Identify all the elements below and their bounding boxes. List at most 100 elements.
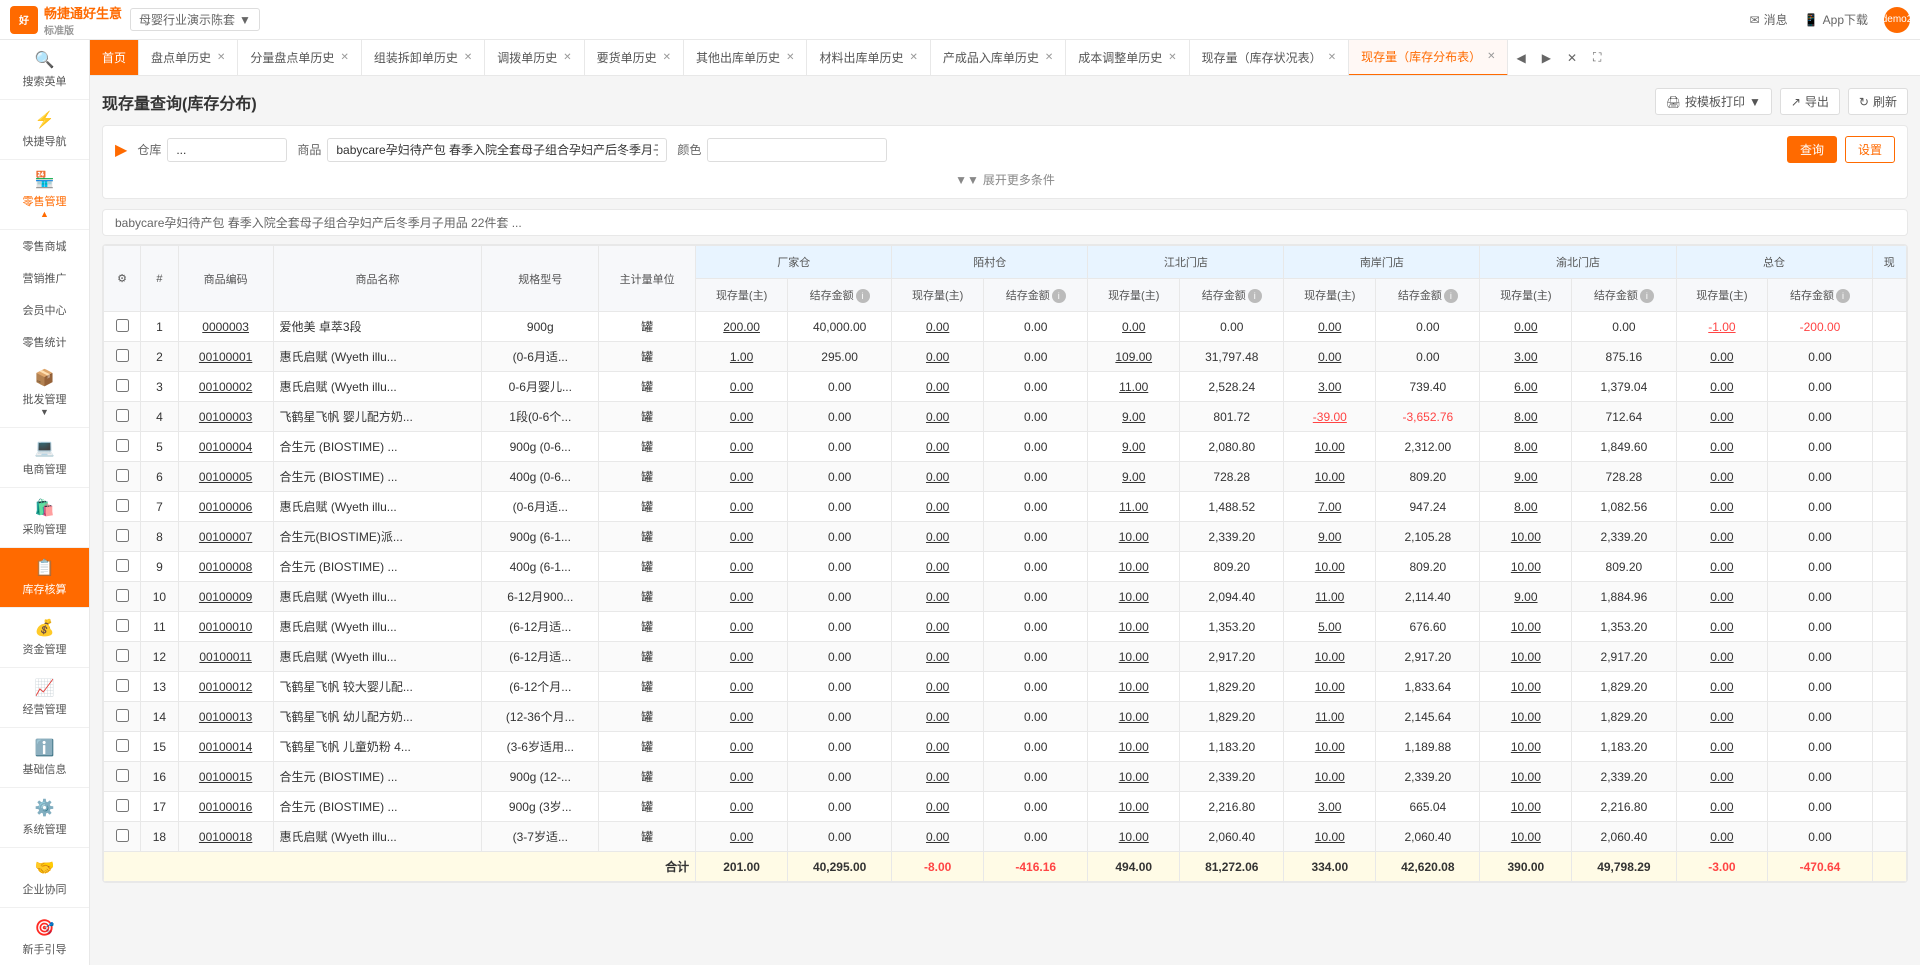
row-cjc-qty[interactable]: 0.00 xyxy=(696,462,788,492)
tab-close-icon[interactable]: ✕ xyxy=(1487,51,1495,62)
app-download-btn[interactable]: 📱 App下载 xyxy=(1804,11,1868,28)
row-code[interactable]: 00100002 xyxy=(178,372,273,402)
info-icon[interactable]: i xyxy=(1836,289,1850,303)
info-icon[interactable]: i xyxy=(856,289,870,303)
messages-btn[interactable]: ✉ 消息 xyxy=(1750,11,1788,28)
sidebar-item-retail-mgmt[interactable]: 🏪 零售管理 ▲ xyxy=(0,160,89,230)
row-yb-qty[interactable]: 10.00 xyxy=(1480,732,1572,762)
row-na-qty[interactable]: 10.00 xyxy=(1284,462,1376,492)
row-mcc-qty[interactable]: 0.00 xyxy=(892,642,984,672)
row-cjc-qty[interactable]: 0.00 xyxy=(696,402,788,432)
row-code[interactable]: 00100006 xyxy=(178,492,273,522)
row-cjc-qty[interactable]: 0.00 xyxy=(696,582,788,612)
row-checkbox[interactable] xyxy=(104,762,141,792)
row-mcc-qty[interactable]: 0.00 xyxy=(892,702,984,732)
row-zc-qty[interactable]: 0.00 xyxy=(1676,492,1768,522)
row-zc-qty[interactable]: 0.00 xyxy=(1676,732,1768,762)
row-code[interactable]: 00100014 xyxy=(178,732,273,762)
sidebar-item-search[interactable]: 🔍 搜索英单 xyxy=(0,40,89,100)
row-zc-qty[interactable]: 0.00 xyxy=(1676,792,1768,822)
row-yb-qty[interactable]: 10.00 xyxy=(1480,642,1572,672)
row-jb-qty[interactable]: 10.00 xyxy=(1088,822,1180,852)
row-jb-qty[interactable]: 10.00 xyxy=(1088,672,1180,702)
sidebar-item-finance[interactable]: 💰 资金管理 xyxy=(0,608,89,668)
row-na-qty[interactable]: 11.00 xyxy=(1284,582,1376,612)
sidebar-item-retail-mall[interactable]: 零售商城 xyxy=(0,230,89,262)
tab-close-icon[interactable]: ✕ xyxy=(1045,52,1053,63)
row-cjc-qty[interactable]: 200.00 xyxy=(696,312,788,342)
info-icon[interactable]: i xyxy=(1444,289,1458,303)
row-checkbox[interactable] xyxy=(104,642,141,672)
sidebar-item-guide[interactable]: 🎯 新手引导 xyxy=(0,908,89,965)
tab-cost-adjust[interactable]: 成本调整单历史 ✕ xyxy=(1066,40,1189,76)
row-cjc-qty[interactable]: 1.00 xyxy=(696,342,788,372)
row-checkbox[interactable] xyxy=(104,672,141,702)
row-na-qty[interactable]: 5.00 xyxy=(1284,612,1376,642)
row-yb-qty[interactable]: 9.00 xyxy=(1480,582,1572,612)
tab-close-icon[interactable]: ✕ xyxy=(1328,52,1336,63)
row-mcc-qty[interactable]: 0.00 xyxy=(892,342,984,372)
tab-assembly[interactable]: 组装拆卸单历史 ✕ xyxy=(362,40,485,76)
row-code[interactable]: 00100012 xyxy=(178,672,273,702)
row-jb-qty[interactable]: 10.00 xyxy=(1088,732,1180,762)
col-settings[interactable]: ⚙ xyxy=(104,246,141,312)
row-na-qty[interactable]: 10.00 xyxy=(1284,552,1376,582)
row-code[interactable]: 00100001 xyxy=(178,342,273,372)
row-na-qty[interactable]: 10.00 xyxy=(1284,732,1376,762)
row-checkbox[interactable] xyxy=(104,612,141,642)
row-yb-qty[interactable]: 8.00 xyxy=(1480,492,1572,522)
row-jb-qty[interactable]: 9.00 xyxy=(1088,402,1180,432)
row-jb-qty[interactable]: 0.00 xyxy=(1088,312,1180,342)
info-icon[interactable]: i xyxy=(1248,289,1262,303)
row-mcc-qty[interactable]: 0.00 xyxy=(892,462,984,492)
tab-inventory-count[interactable]: 盘点单历史 ✕ xyxy=(139,40,238,76)
sidebar-item-members[interactable]: 会员中心 xyxy=(0,294,89,326)
tab-close-icon[interactable]: ✕ xyxy=(786,52,794,63)
row-checkbox[interactable] xyxy=(104,702,141,732)
row-checkbox[interactable] xyxy=(104,822,141,852)
row-code[interactable]: 00100009 xyxy=(178,582,273,612)
tab-nav-next[interactable]: ▶ xyxy=(1534,40,1559,76)
expand-conditions[interactable]: ▼▼ 展开更多条件 xyxy=(115,171,1895,188)
row-mcc-qty[interactable]: 0.00 xyxy=(892,522,984,552)
row-yb-qty[interactable]: 6.00 xyxy=(1480,372,1572,402)
row-na-qty[interactable]: 10.00 xyxy=(1284,642,1376,672)
tab-close-all[interactable]: ✕ xyxy=(1559,40,1585,76)
row-code[interactable]: 00100004 xyxy=(178,432,273,462)
row-code[interactable]: 00100018 xyxy=(178,822,273,852)
sidebar-item-operations[interactable]: 📈 经营管理 xyxy=(0,668,89,728)
tab-close-icon[interactable]: ✕ xyxy=(464,52,472,63)
row-jb-qty[interactable]: 9.00 xyxy=(1088,432,1180,462)
user-menu[interactable]: demo2 xyxy=(1884,7,1910,33)
row-code[interactable]: 00100003 xyxy=(178,402,273,432)
row-yb-qty[interactable]: 8.00 xyxy=(1480,432,1572,462)
row-zc-qty[interactable]: -1.00 xyxy=(1676,312,1768,342)
row-jb-qty[interactable]: 9.00 xyxy=(1088,462,1180,492)
row-checkbox[interactable] xyxy=(104,492,141,522)
row-jb-qty[interactable]: 10.00 xyxy=(1088,582,1180,612)
row-checkbox[interactable] xyxy=(104,582,141,612)
row-cjc-qty[interactable]: 0.00 xyxy=(696,372,788,402)
row-zc-qty[interactable]: 0.00 xyxy=(1676,642,1768,672)
row-jb-qty[interactable]: 11.00 xyxy=(1088,372,1180,402)
row-yb-qty[interactable]: 3.00 xyxy=(1480,342,1572,372)
tab-material-outstock[interactable]: 材料出库单历史 ✕ xyxy=(807,40,930,76)
tab-requisition[interactable]: 要货单历史 ✕ xyxy=(585,40,684,76)
row-code[interactable]: 0000003 xyxy=(178,312,273,342)
row-code[interactable]: 00100013 xyxy=(178,702,273,732)
row-cjc-qty[interactable]: 0.00 xyxy=(696,702,788,732)
row-mcc-qty[interactable]: 0.00 xyxy=(892,552,984,582)
info-icon[interactable]: i xyxy=(1052,289,1066,303)
row-zc-qty[interactable]: 0.00 xyxy=(1676,822,1768,852)
row-zc-qty[interactable]: 0.00 xyxy=(1676,612,1768,642)
row-zc-qty[interactable]: 0.00 xyxy=(1676,462,1768,492)
row-zc-qty[interactable]: 0.00 xyxy=(1676,762,1768,792)
expand-search-icon[interactable]: ▶ xyxy=(115,140,127,160)
row-na-qty[interactable]: 3.00 xyxy=(1284,372,1376,402)
tab-stock-status[interactable]: 现存量（库存状况表） ✕ xyxy=(1190,40,1349,76)
row-checkbox[interactable] xyxy=(104,402,141,432)
sidebar-item-marketing[interactable]: 营销推广 xyxy=(0,262,89,294)
row-jb-qty[interactable]: 11.00 xyxy=(1088,492,1180,522)
tab-stock-dist[interactable]: 现存量（库存分布表） ✕ xyxy=(1349,40,1508,76)
tab-transfer[interactable]: 调拨单历史 ✕ xyxy=(485,40,584,76)
